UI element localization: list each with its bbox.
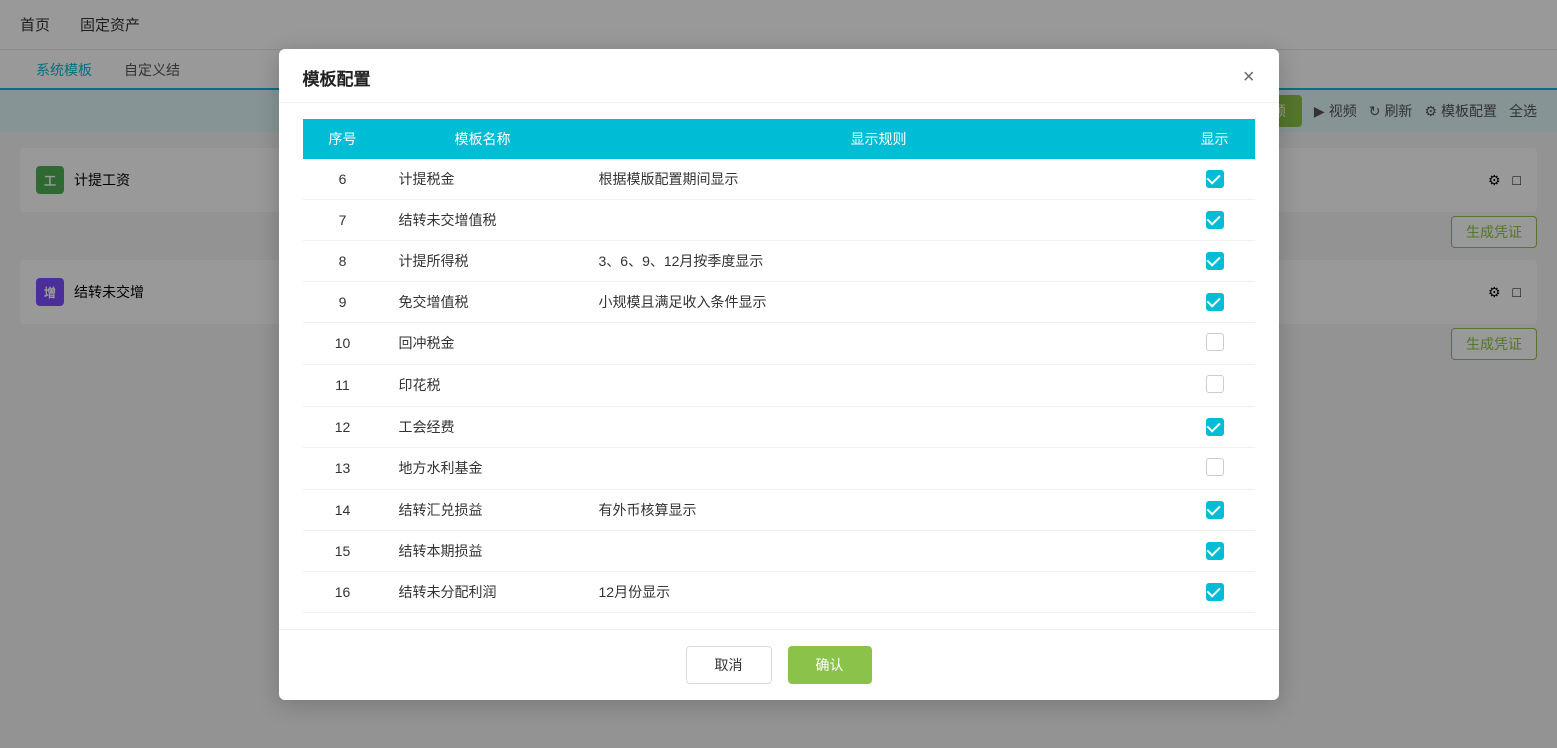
modal-body: 序号 模板名称 显示规则 显示 6计提税金根据模版配置期间显示7结转未交增值税8…	[279, 103, 1279, 629]
cell-name: 结转未分配利润	[383, 571, 583, 612]
cell-display	[1175, 571, 1255, 612]
display-checkbox[interactable]	[1206, 458, 1224, 476]
cell-seq: 16	[303, 571, 383, 612]
display-checkbox[interactable]	[1206, 293, 1224, 311]
modal-overlay: 模板配置 × 序号 模板名称 显示规则 显示 6计提税金根据模版配置期间显示7结…	[0, 0, 1557, 748]
table-row: 14结转汇兑损益有外币核算显示	[303, 489, 1255, 530]
modal-template-config: 模板配置 × 序号 模板名称 显示规则 显示 6计提税金根据模版配置期间显示7结…	[279, 49, 1279, 700]
cell-seq: 13	[303, 447, 383, 489]
cell-rule: 小规模且满足收入条件显示	[583, 281, 1175, 322]
modal-close-button[interactable]: ×	[1243, 67, 1255, 87]
cell-name: 计提税金	[383, 159, 583, 200]
cell-rule	[583, 364, 1175, 406]
cell-seq: 6	[303, 159, 383, 200]
modal-header: 模板配置 ×	[279, 49, 1279, 103]
display-checkbox[interactable]	[1206, 333, 1224, 351]
display-checkbox[interactable]	[1206, 211, 1224, 229]
table-header-row: 序号 模板名称 显示规则 显示	[303, 119, 1255, 159]
cell-rule: 有外币核算显示	[583, 489, 1175, 530]
display-checkbox[interactable]	[1206, 170, 1224, 188]
table-row: 15结转本期损益	[303, 530, 1255, 571]
cell-rule	[583, 322, 1175, 364]
cell-name: 回冲税金	[383, 322, 583, 364]
cell-display	[1175, 406, 1255, 447]
cell-rule	[583, 406, 1175, 447]
table-row: 9免交增值税小规模且满足收入条件显示	[303, 281, 1255, 322]
display-checkbox[interactable]	[1206, 501, 1224, 519]
cell-seq: 11	[303, 364, 383, 406]
cell-seq: 15	[303, 530, 383, 571]
table-row: 16结转未分配利润12月份显示	[303, 571, 1255, 612]
cell-name: 免交增值税	[383, 281, 583, 322]
display-checkbox[interactable]	[1206, 583, 1224, 601]
table-row: 6计提税金根据模版配置期间显示	[303, 159, 1255, 200]
modal-footer: 取消 确认	[279, 629, 1279, 700]
table-row: 8计提所得税3、6、9、12月按季度显示	[303, 240, 1255, 281]
col-header-seq: 序号	[303, 119, 383, 159]
col-header-display: 显示	[1175, 119, 1255, 159]
col-header-rule: 显示规则	[583, 119, 1175, 159]
cell-display	[1175, 322, 1255, 364]
confirm-button[interactable]: 确认	[788, 646, 872, 684]
cell-name: 印花税	[383, 364, 583, 406]
cell-seq: 8	[303, 240, 383, 281]
table-row: 10回冲税金	[303, 322, 1255, 364]
cell-rule: 12月份显示	[583, 571, 1175, 612]
cell-display	[1175, 364, 1255, 406]
cell-rule: 3、6、9、12月按季度显示	[583, 240, 1175, 281]
cell-display	[1175, 240, 1255, 281]
table-row: 12工会经费	[303, 406, 1255, 447]
display-checkbox[interactable]	[1206, 418, 1224, 436]
modal-title: 模板配置	[303, 65, 371, 90]
cell-name: 计提所得税	[383, 240, 583, 281]
cell-rule: 根据模版配置期间显示	[583, 159, 1175, 200]
display-checkbox[interactable]	[1206, 252, 1224, 270]
table-row: 13地方水利基金	[303, 447, 1255, 489]
cell-seq: 14	[303, 489, 383, 530]
display-checkbox[interactable]	[1206, 542, 1224, 560]
cell-display	[1175, 489, 1255, 530]
table-row: 11印花税	[303, 364, 1255, 406]
table-row: 7结转未交增值税	[303, 199, 1255, 240]
cell-rule	[583, 530, 1175, 571]
cell-display	[1175, 281, 1255, 322]
cell-seq: 12	[303, 406, 383, 447]
cell-display	[1175, 159, 1255, 200]
cell-display	[1175, 530, 1255, 571]
cell-seq: 10	[303, 322, 383, 364]
cell-name: 结转未交增值税	[383, 199, 583, 240]
cell-name: 地方水利基金	[383, 447, 583, 489]
cell-name: 结转本期损益	[383, 530, 583, 571]
cell-display	[1175, 447, 1255, 489]
display-checkbox[interactable]	[1206, 375, 1224, 393]
cell-name: 结转汇兑损益	[383, 489, 583, 530]
cancel-button[interactable]: 取消	[686, 646, 772, 684]
cell-rule	[583, 447, 1175, 489]
config-table: 序号 模板名称 显示规则 显示 6计提税金根据模版配置期间显示7结转未交增值税8…	[303, 119, 1255, 613]
cell-seq: 7	[303, 199, 383, 240]
col-header-name: 模板名称	[383, 119, 583, 159]
cell-seq: 9	[303, 281, 383, 322]
cell-display	[1175, 199, 1255, 240]
cell-name: 工会经费	[383, 406, 583, 447]
cell-rule	[583, 199, 1175, 240]
